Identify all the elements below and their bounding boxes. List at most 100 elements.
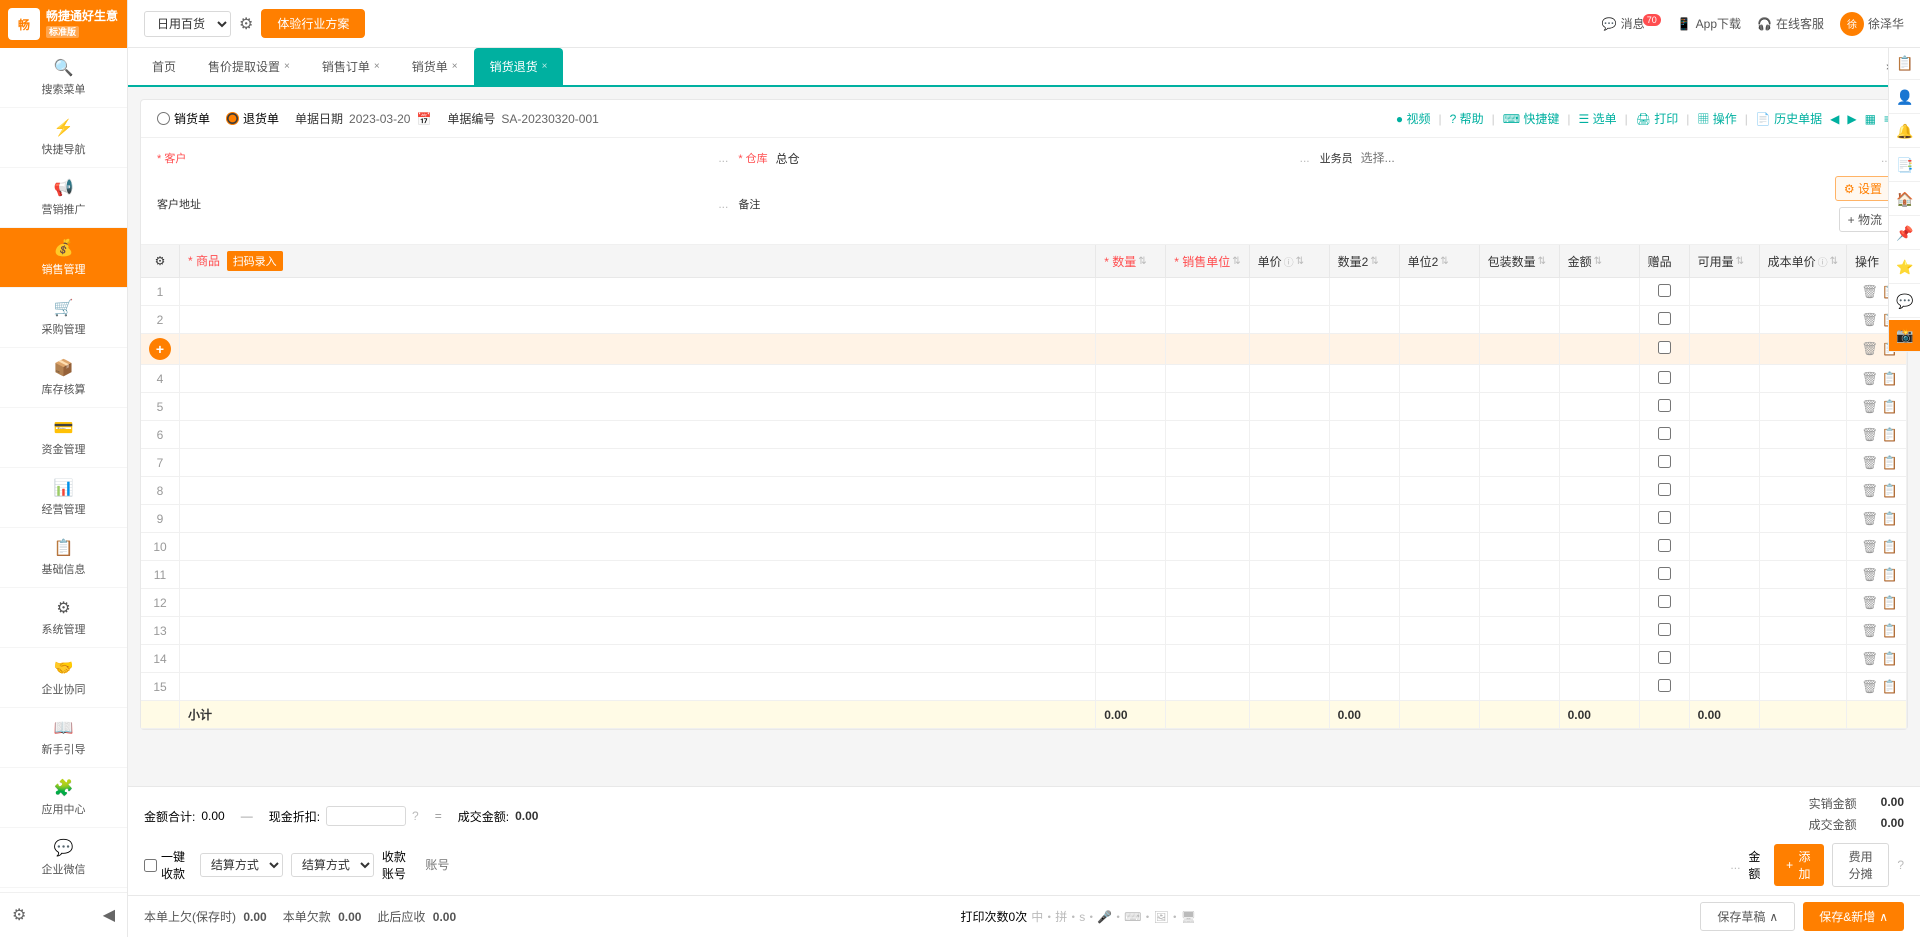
goods-input-11[interactable] xyxy=(188,568,1087,582)
pkg-input-4[interactable] xyxy=(1488,372,1551,386)
price-cell-4[interactable] xyxy=(1249,365,1329,393)
discount-input[interactable] xyxy=(326,806,406,826)
qty2-cell-9[interactable] xyxy=(1329,505,1399,533)
unit2-cell-10[interactable] xyxy=(1399,533,1479,561)
select-btn[interactable]: ☰ 选单 xyxy=(1579,110,1617,127)
unit2-cell-13[interactable] xyxy=(1399,617,1479,645)
pkg-cell-4[interactable] xyxy=(1479,365,1559,393)
qty2-input-10[interactable] xyxy=(1338,540,1391,554)
amount-input-12[interactable] xyxy=(1568,596,1631,610)
goods-cell-13[interactable] xyxy=(180,617,1096,645)
amount-cell-4[interactable] xyxy=(1559,365,1639,393)
price-input-5[interactable] xyxy=(1258,400,1321,414)
delete-btn-12[interactable]: 🗑 xyxy=(1861,595,1878,611)
pkg-input-8[interactable] xyxy=(1488,484,1551,498)
amount-input-11[interactable] xyxy=(1568,568,1631,582)
goods-input-13[interactable] xyxy=(188,624,1087,638)
price-input-10[interactable] xyxy=(1258,540,1321,554)
th-gear[interactable]: ⚙ xyxy=(141,245,180,278)
grid-view-btn[interactable]: ▦ xyxy=(1865,112,1876,126)
goods-cell-3[interactable] xyxy=(180,334,1096,365)
unit2-input-13[interactable] xyxy=(1408,624,1471,638)
sale-radio[interactable] xyxy=(157,112,170,125)
unit-input-10[interactable] xyxy=(1174,540,1240,554)
gift-check-11[interactable] xyxy=(1658,567,1671,580)
qty-cell-13[interactable] xyxy=(1096,617,1166,645)
goods-input-2[interactable] xyxy=(188,313,1087,327)
copy-btn-10[interactable]: 📋 xyxy=(1882,539,1898,555)
unit2-input-15[interactable] xyxy=(1408,680,1471,694)
nav-next[interactable]: ▶ xyxy=(1847,112,1856,126)
copy-btn-12[interactable]: 📋 xyxy=(1882,595,1898,611)
unit2-cell-4[interactable] xyxy=(1399,365,1479,393)
price-input-2[interactable] xyxy=(1258,313,1321,327)
gift-check-3[interactable] xyxy=(1658,341,1671,354)
amount-input-2[interactable] xyxy=(1568,313,1631,327)
qty-cell-8[interactable] xyxy=(1096,477,1166,505)
pkg-input-6[interactable] xyxy=(1488,428,1551,442)
qty-sort-icon[interactable]: ⇅ xyxy=(1138,256,1146,267)
unit-cell-10[interactable] xyxy=(1166,533,1249,561)
price-cell-15[interactable] xyxy=(1249,673,1329,701)
pkg-input-9[interactable] xyxy=(1488,512,1551,526)
price-input-7[interactable] xyxy=(1258,456,1321,470)
goods-cell-11[interactable] xyxy=(180,561,1096,589)
copy-btn-9[interactable]: 📋 xyxy=(1882,511,1898,527)
price-input-15[interactable] xyxy=(1258,680,1321,694)
help-btn[interactable]: ? 帮助 xyxy=(1450,110,1484,127)
qty2-input-11[interactable] xyxy=(1338,568,1391,582)
goods-input-6[interactable] xyxy=(188,428,1087,442)
qty-input-8[interactable] xyxy=(1104,484,1157,498)
goods-input-4[interactable] xyxy=(188,372,1087,386)
delete-btn-11[interactable]: 🗑 xyxy=(1861,567,1878,583)
unit-input-2[interactable] xyxy=(1174,313,1240,327)
unit2-cell-8[interactable] xyxy=(1399,477,1479,505)
side-panel-item-4[interactable]: 📑 xyxy=(1889,150,1920,182)
pkg-cell-12[interactable] xyxy=(1479,589,1559,617)
unit2-input-12[interactable] xyxy=(1408,596,1471,610)
unit2-input-1[interactable] xyxy=(1408,285,1471,299)
unit-input-1[interactable] xyxy=(1174,285,1240,299)
tab-close-sale-order[interactable]: × xyxy=(374,61,380,72)
unit2-cell-6[interactable] xyxy=(1399,421,1479,449)
qty2-cell-1[interactable] xyxy=(1329,278,1399,306)
sidebar-item-shortcut[interactable]: ⚡ 快捷导航 xyxy=(0,108,127,168)
amount-input-7[interactable] xyxy=(1568,456,1631,470)
return-radio[interactable] xyxy=(226,112,239,125)
unit-cell-5[interactable] xyxy=(1166,393,1249,421)
price-input-8[interactable] xyxy=(1258,484,1321,498)
gift-cell-4[interactable] xyxy=(1639,365,1689,393)
form-settings-btn[interactable]: ⚙ 设置 xyxy=(1835,176,1891,201)
qty2-cell-8[interactable] xyxy=(1329,477,1399,505)
topbar-settings-icon[interactable]: ⚙ xyxy=(239,14,253,34)
add-logistics-btn[interactable]: + 物流 xyxy=(1839,207,1891,232)
price-cell-10[interactable] xyxy=(1249,533,1329,561)
price-input-1[interactable] xyxy=(1258,285,1321,299)
qty2-input-7[interactable] xyxy=(1338,456,1391,470)
unit-cell-1[interactable] xyxy=(1166,278,1249,306)
unit2-input-4[interactable] xyxy=(1408,372,1471,386)
amount-cell-3[interactable] xyxy=(1559,334,1639,365)
qty2-sort-icon[interactable]: ⇅ xyxy=(1370,256,1378,267)
side-panel-item-3[interactable]: 🔔 xyxy=(1889,116,1920,148)
price-input-4[interactable] xyxy=(1258,372,1321,386)
qty-input-12[interactable] xyxy=(1104,596,1157,610)
price-cell-1[interactable] xyxy=(1249,278,1329,306)
unit2-input-8[interactable] xyxy=(1408,484,1471,498)
goods-cell-10[interactable] xyxy=(180,533,1096,561)
gift-check-2[interactable] xyxy=(1658,312,1671,325)
unit-input-11[interactable] xyxy=(1174,568,1240,582)
app-download-btn[interactable]: 📱 App下载 xyxy=(1677,15,1741,32)
sale-radio-item[interactable]: 销货单 xyxy=(157,110,210,127)
price-input-14[interactable] xyxy=(1258,652,1321,666)
qty-input-1[interactable] xyxy=(1104,285,1157,299)
amount-cell-6[interactable] xyxy=(1559,421,1639,449)
amount-cell-9[interactable] xyxy=(1559,505,1639,533)
delete-btn-1[interactable]: 🗑 xyxy=(1861,284,1878,300)
experience-btn[interactable]: 体验行业方案 xyxy=(261,9,365,38)
qty2-cell-13[interactable] xyxy=(1329,617,1399,645)
pkg-input-10[interactable] xyxy=(1488,540,1551,554)
pkg-cell-1[interactable] xyxy=(1479,278,1559,306)
tab-sale-return[interactable]: 销货退货× xyxy=(474,48,564,87)
sidebar-item-system[interactable]: ⚙ 系统管理 xyxy=(0,588,127,648)
